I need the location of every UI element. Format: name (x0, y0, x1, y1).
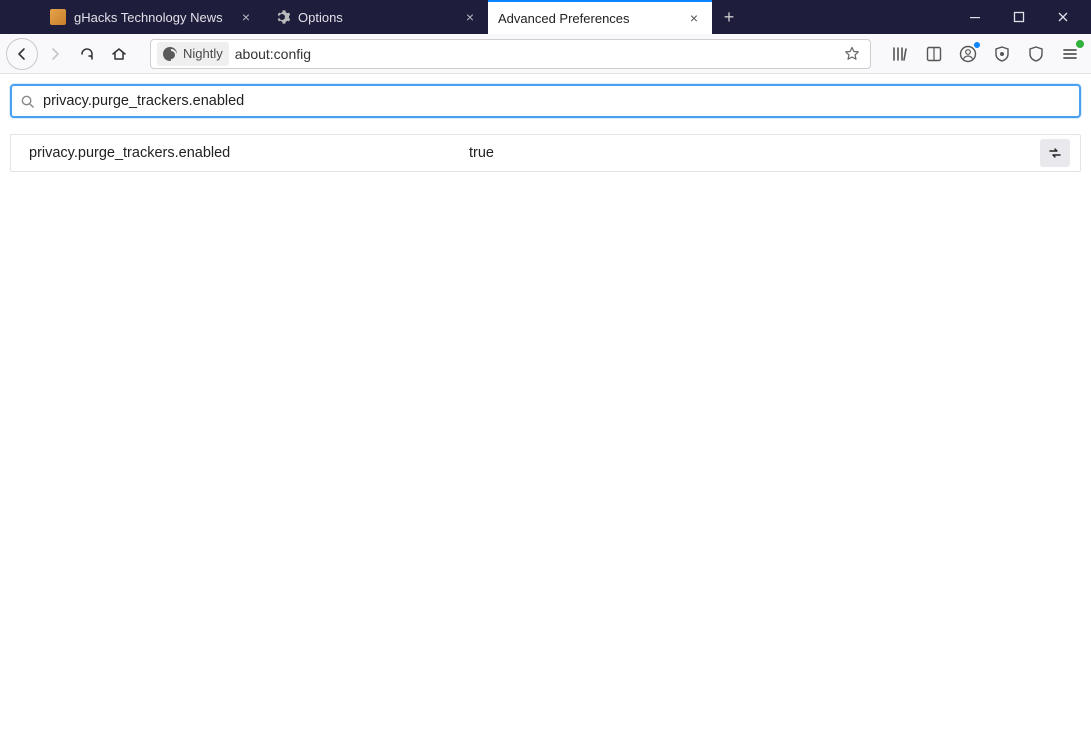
reload-button[interactable] (72, 39, 102, 69)
gear-icon (274, 9, 290, 25)
tab-advanced-preferences[interactable]: Advanced Preferences × (488, 0, 712, 34)
toggle-button[interactable] (1040, 139, 1070, 167)
forward-button (40, 39, 70, 69)
hamburger-menu-icon[interactable] (1055, 39, 1085, 69)
tab-options[interactable]: Options × (264, 0, 488, 34)
new-tab-button[interactable]: + (712, 0, 746, 34)
window-close-icon[interactable] (1041, 0, 1085, 34)
close-tab-icon[interactable]: × (462, 9, 478, 25)
identity-label: Nightly (183, 46, 223, 61)
url-input[interactable] (235, 46, 834, 62)
shield-protection-icon[interactable] (1021, 39, 1051, 69)
library-icon[interactable] (885, 39, 915, 69)
preference-value: true (469, 145, 1040, 161)
config-search-box[interactable] (10, 84, 1081, 118)
search-icon (20, 94, 35, 109)
home-button[interactable] (104, 39, 134, 69)
config-search-input[interactable] (43, 93, 1071, 109)
identity-box[interactable]: Nightly (157, 42, 229, 66)
favicon-ghacks (50, 9, 66, 25)
preference-row: privacy.purge_trackers.enabled true (10, 134, 1081, 172)
toolbar-right (883, 39, 1085, 69)
navigation-toolbar: Nightly (0, 34, 1091, 74)
preference-name: privacy.purge_trackers.enabled (29, 145, 469, 161)
tab-ghacks[interactable]: gHacks Technology News × (40, 0, 264, 34)
tab-title: gHacks Technology News (74, 10, 238, 25)
tabbar-spacer (0, 0, 40, 34)
window-maximize-icon[interactable] (997, 0, 1041, 34)
close-tab-icon[interactable]: × (238, 9, 254, 25)
tab-title: Options (298, 10, 462, 25)
account-icon[interactable] (953, 39, 983, 69)
back-button[interactable] (6, 38, 38, 70)
tab-title: Advanced Preferences (498, 11, 686, 26)
preference-list: privacy.purge_trackers.enabled true (10, 134, 1081, 172)
tab-bar: gHacks Technology News × Options × Advan… (0, 0, 1091, 34)
firefox-icon (163, 47, 177, 61)
close-tab-icon[interactable]: × (686, 10, 702, 26)
bookmark-star-icon[interactable] (840, 42, 864, 66)
about-config-content: privacy.purge_trackers.enabled true (0, 74, 1091, 182)
window-minimize-icon[interactable] (953, 0, 997, 34)
shield-ublock-icon[interactable] (987, 39, 1017, 69)
window-controls (953, 0, 1091, 34)
reader-icon[interactable] (919, 39, 949, 69)
url-bar[interactable]: Nightly (150, 39, 871, 69)
